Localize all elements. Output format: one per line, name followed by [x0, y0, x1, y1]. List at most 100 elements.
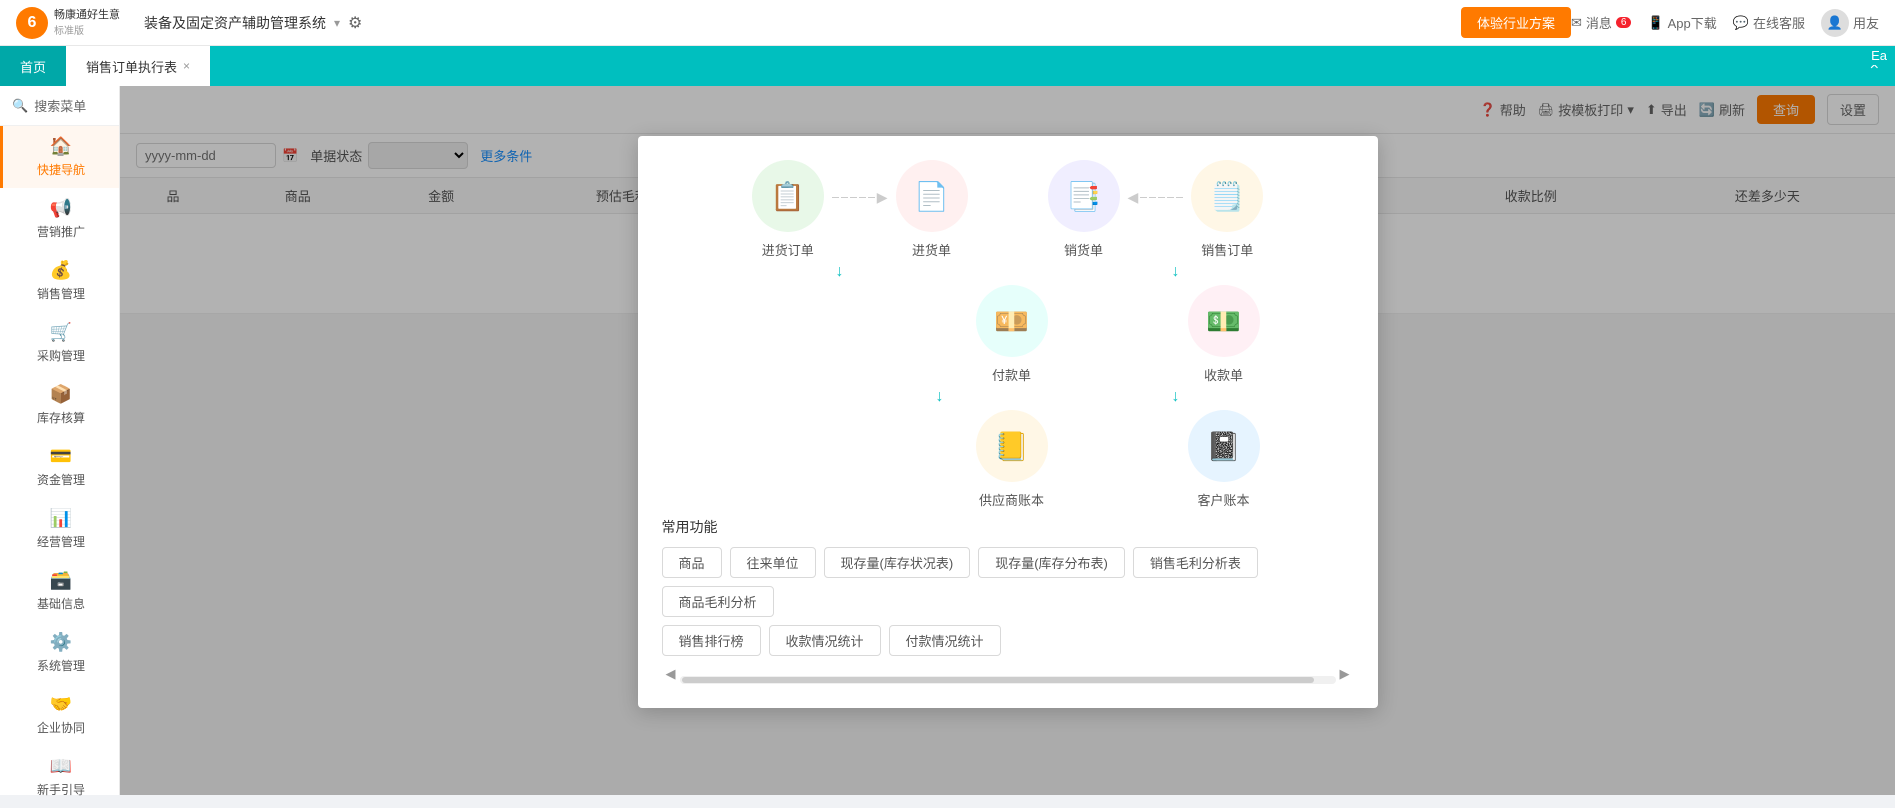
flow-node-supplier-ledger[interactable]: 📒 供应商账本 [976, 410, 1048, 509]
enterprise-icon: 🤝 [50, 694, 72, 715]
online-service-label: 在线客服 [1753, 13, 1805, 32]
online-service-action[interactable]: 💬 在线客服 [1733, 13, 1805, 32]
sidebar-item-finance[interactable]: 💳 资金管理 [0, 436, 119, 498]
tab-home-label: 首页 [20, 57, 46, 76]
main-layout: 🔍 搜索菜单 🏠 快捷导航 📢 营销推广 💰 销售管理 🛒 采购管理 📦 库存核… [0, 86, 1895, 795]
supplier-ledger-label: 供应商账本 [979, 490, 1044, 509]
content-area: ❓ 帮助 🖨 按模板打印 ▾ ⬆ 导出 🔄 刷新 查询 设置 📅 [120, 86, 1895, 795]
common-functions-title: 常用功能 [662, 517, 1354, 537]
sidebar-item-sales-label: 销售管理 [37, 285, 85, 302]
sidebar-item-system[interactable]: ⚙️ 系统管理 [0, 622, 119, 684]
sidebar-item-marketing-label: 营销推广 [37, 223, 85, 240]
tab-home[interactable]: 首页 [0, 46, 66, 86]
search-menu-label: 搜索菜单 [34, 96, 86, 115]
flow-node-purchase-bill[interactable]: 📄 进货单 [896, 160, 968, 259]
scroll-right-arrow[interactable]: ▶ [1336, 666, 1354, 682]
func-btn-sales-rank[interactable]: 销售排行榜 [662, 625, 761, 656]
logo-sub: 标准版 [54, 22, 120, 37]
search-menu[interactable]: 🔍 搜索菜单 [0, 86, 119, 126]
user-action[interactable]: 👤 用友 [1821, 9, 1879, 37]
receipt-bill-icon: 💵 [1188, 285, 1260, 357]
func-btn-stock-dist[interactable]: 现存量(库存分布表) [978, 547, 1125, 578]
marketing-icon: 📢 [50, 198, 72, 219]
flow-node-payment-bill[interactable]: 💴 付款单 [976, 285, 1048, 384]
flow-node-sales-bill[interactable]: 📑 销货单 [1048, 160, 1120, 259]
purchase-order-label: 进货订单 [762, 240, 814, 259]
sidebar-item-guide-label: 新手引导 [37, 781, 85, 798]
logo-area: 6 畅康通好生意 标准版 [16, 7, 136, 39]
purchase-bill-icon: 📄 [896, 160, 968, 232]
sidebar-item-finance-label: 资金管理 [37, 471, 85, 488]
sidebar-item-marketing[interactable]: 📢 营销推广 [0, 188, 119, 250]
guide-icon: 📖 [50, 756, 72, 777]
modal-scrollbar-area: ◀ ▶ [662, 664, 1354, 684]
payment-bill-label: 付款单 [992, 365, 1031, 384]
sidebar-item-inventory[interactable]: 📦 库存核算 [0, 374, 119, 436]
func-btn-receipt-stats[interactable]: 收款情况统计 [769, 625, 881, 656]
user-label: 用友 [1853, 13, 1879, 32]
func-btn-product-gross[interactable]: 商品毛利分析 [662, 586, 774, 617]
nav-tabs: 首页 销售订单执行表 × × Ea [0, 46, 1895, 86]
home-icon: 🏠 [50, 136, 72, 157]
customer-ledger-icon: 📓 [1188, 410, 1260, 482]
system-icon: ⚙️ [50, 632, 72, 653]
trial-button[interactable]: 体验行业方案 [1461, 7, 1571, 38]
func-buttons-row1: 商品 往来单位 现存量(库存状况表) 现存量(库存分布表) 销售毛利分析表 商品… [662, 547, 1354, 617]
app-download-label: App下载 [1668, 13, 1717, 32]
sidebar-item-base-info[interactable]: 🗃️ 基础信息 [0, 560, 119, 622]
base-info-icon: 🗃️ [50, 570, 72, 591]
flow-node-purchase-order[interactable]: 📋 进货订单 [752, 160, 824, 259]
flow-node-receipt-bill[interactable]: 💵 收款单 [1188, 285, 1260, 384]
logo-icon: 6 [16, 7, 48, 39]
func-btn-sales-gross[interactable]: 销售毛利分析表 [1133, 547, 1258, 578]
sidebar-item-enterprise[interactable]: 🤝 企业协同 [0, 684, 119, 746]
finance-icon: 💳 [50, 446, 72, 467]
sales-bill-icon: 📑 [1048, 160, 1120, 232]
purchase-icon: 🛒 [50, 322, 72, 343]
tab-sales-order-label: 销售订单执行表 [86, 57, 177, 76]
sidebar-item-enterprise-label: 企业协同 [37, 719, 85, 736]
payment-bill-icon: 💴 [976, 285, 1048, 357]
modal-scrollbar[interactable] [680, 676, 1336, 684]
sidebar-item-purchase[interactable]: 🛒 采购管理 [0, 312, 119, 374]
sidebar-item-operations[interactable]: 📊 经营管理 [0, 498, 119, 560]
func-btn-payment-stats[interactable]: 付款情况统计 [889, 625, 1001, 656]
sales-order-label: 销售订单 [1201, 240, 1253, 259]
sidebar-item-base-info-label: 基础信息 [37, 595, 85, 612]
purchase-bill-label: 进货单 [912, 240, 951, 259]
func-btn-partners[interactable]: 往来单位 [730, 547, 816, 578]
sidebar-item-home[interactable]: 🏠 快捷导航 [0, 126, 119, 188]
sidebar-item-sales[interactable]: 💰 销售管理 [0, 250, 119, 312]
sales-bill-label: 销货单 [1064, 240, 1103, 259]
sales-order-icon: 🗒️ [1191, 160, 1263, 232]
func-btn-product[interactable]: 商品 [662, 547, 722, 578]
message-action[interactable]: ✉ 消息 6 [1571, 13, 1631, 32]
settings-icon[interactable]: ⚙ [348, 13, 362, 33]
message-label: 消息 [1586, 13, 1612, 32]
ea-label: Ea [1863, 46, 1895, 65]
system-title-area: 装备及固定资产辅助管理系统 ▾ ⚙ [144, 13, 1461, 33]
flow-node-sales-order[interactable]: 🗒️ 销售订单 [1191, 160, 1263, 259]
customer-ledger-label: 客户账本 [1197, 490, 1249, 509]
func-btn-stock-status[interactable]: 现存量(库存状况表) [824, 547, 971, 578]
tab-sales-order[interactable]: 销售订单执行表 × [66, 46, 210, 86]
inventory-icon: 📦 [50, 384, 72, 405]
mobile-icon: 📱 [1647, 15, 1663, 31]
dropdown-arrow-icon[interactable]: ▾ [334, 16, 340, 30]
purchase-order-icon: 📋 [752, 160, 824, 232]
logo-text: 畅康通好生意 [54, 8, 120, 22]
supplier-ledger-icon: 📒 [976, 410, 1048, 482]
sidebar-item-guide[interactable]: 📖 新手引导 [0, 746, 119, 808]
system-title: 装备及固定资产辅助管理系统 [144, 13, 326, 33]
scroll-left-arrow[interactable]: ◀ [662, 666, 680, 682]
message-icon: ✉ [1571, 15, 1582, 31]
close-tab-icon[interactable]: × [183, 59, 190, 73]
modal-scrollbar-thumb [682, 677, 1314, 683]
flow-node-customer-ledger[interactable]: 📓 客户账本 [1188, 410, 1260, 509]
app-download-action[interactable]: 📱 App下载 [1647, 13, 1716, 32]
quick-nav-modal: 📋 进货订单 ▶ [638, 136, 1378, 708]
sidebar-item-home-label: 快捷导航 [37, 161, 85, 178]
message-badge: 6 [1616, 17, 1632, 28]
sales-icon: 💰 [50, 260, 72, 281]
common-functions: 常用功能 商品 往来单位 现存量(库存状况表) 现存量(库存分布表) 销售毛利分… [662, 517, 1354, 656]
